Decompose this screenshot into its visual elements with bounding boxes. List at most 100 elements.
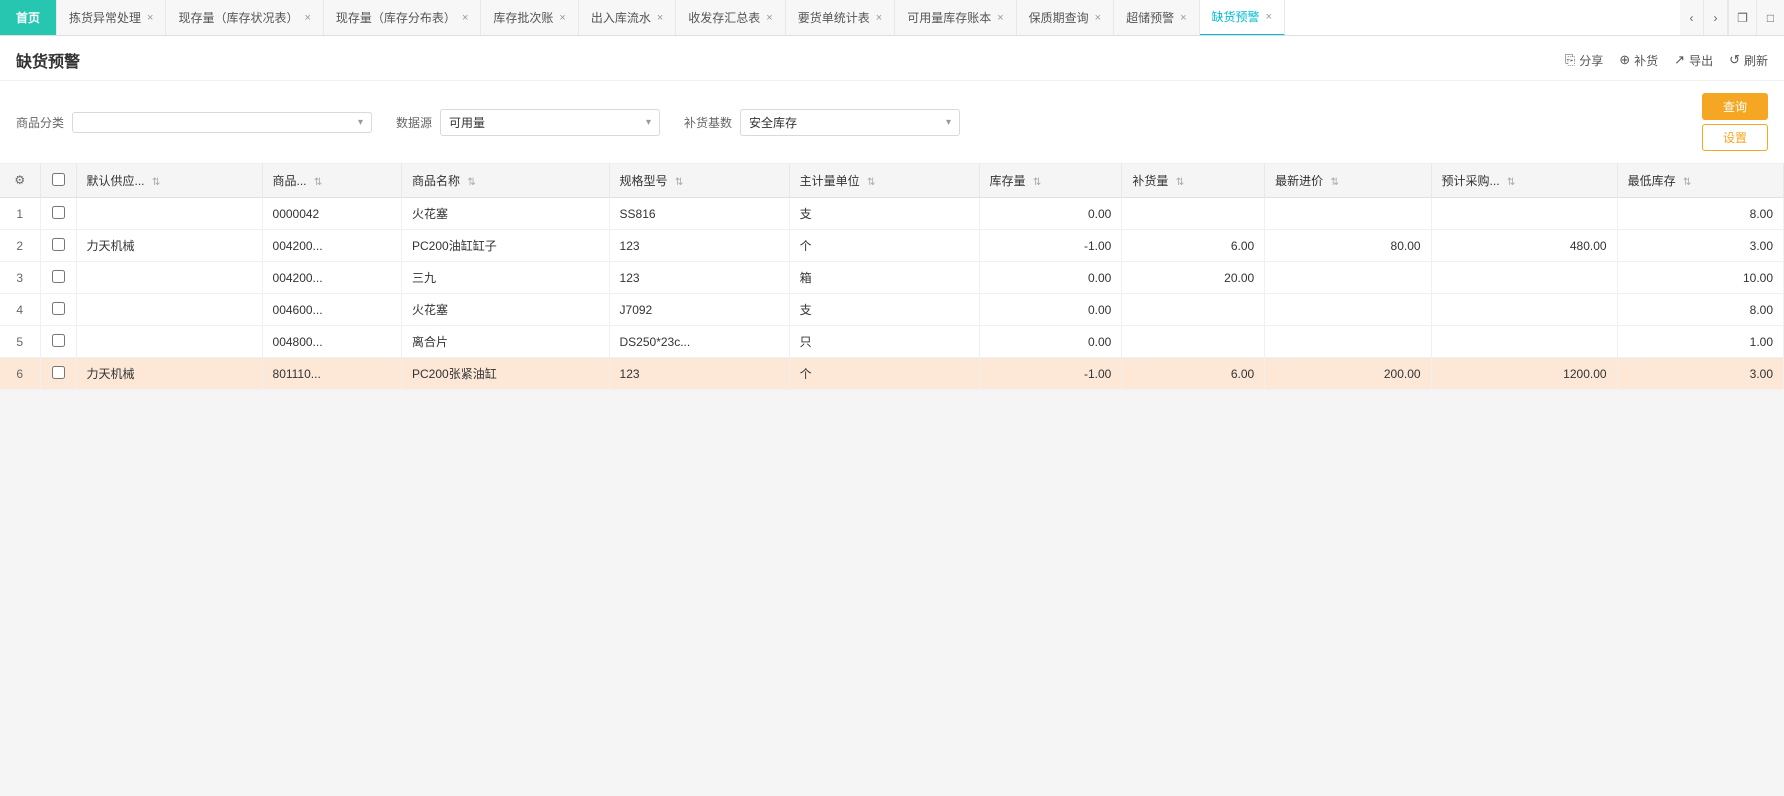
tab-close-available-ledger[interactable]: × <box>997 12 1003 24</box>
datasource-select[interactable]: 可用量 ▾ <box>440 109 660 136</box>
td-min-stock-2: 10.00 <box>1617 262 1783 294</box>
select-all-checkbox[interactable] <box>52 173 65 186</box>
th-replenish-label: 补货量 <box>1132 174 1168 188</box>
th-latest-price: 最新进价 ⇅ <box>1265 164 1431 198</box>
tab-next-btn[interactable]: › <box>1704 0 1728 36</box>
export-action[interactable]: ↗ 导出 <box>1674 52 1713 69</box>
tab-close-batch-account[interactable]: × <box>559 12 565 24</box>
product-code-sort-icon[interactable]: ⇅ <box>314 177 322 188</box>
row-checkbox-4[interactable] <box>52 334 65 347</box>
tab-shortage[interactable]: 缺货预警× <box>1200 0 1285 36</box>
td-check-1 <box>40 230 76 262</box>
tab-order-stats[interactable]: 要货单统计表× <box>786 0 895 36</box>
est-purchase-sort-icon[interactable]: ⇅ <box>1507 177 1515 188</box>
tab-restore-btn[interactable]: ❐ <box>1728 0 1756 36</box>
settings-gear-icon[interactable]: ⚙ <box>12 173 28 189</box>
refresh-action[interactable]: ↺ 刷新 <box>1729 52 1768 69</box>
th-unit-label: 主计量单位 <box>800 174 860 188</box>
table-row: 6 力天机械 801110... PC200张紧油缸 123 个 -1.00 6… <box>0 358 1784 390</box>
td-stock-3: 0.00 <box>979 294 1122 326</box>
share-action[interactable]: ⎘ 分享 <box>1565 52 1603 69</box>
tab-prev-btn[interactable]: ‹ <box>1680 0 1704 36</box>
th-est-purchase-label: 预计采购... <box>1442 174 1500 188</box>
td-stock-2: 0.00 <box>979 262 1122 294</box>
tab-close-exception[interactable]: × <box>147 12 153 24</box>
query-button[interactable]: 查询 <box>1702 93 1768 120</box>
tab-close-inventory-dist[interactable]: × <box>462 12 468 24</box>
min-stock-sort-icon[interactable]: ⇅ <box>1683 177 1691 188</box>
unit-sort-icon[interactable]: ⇅ <box>867 177 875 188</box>
th-stock: 库存量 ⇅ <box>979 164 1122 198</box>
row-checkbox-2[interactable] <box>52 270 65 283</box>
stock-sort-icon[interactable]: ⇅ <box>1033 177 1041 188</box>
datasource-select-arrow: ▾ <box>646 117 651 128</box>
row-checkbox-0[interactable] <box>52 206 65 219</box>
tab-receive-summary[interactable]: 收发存汇总表× <box>676 0 785 36</box>
tab-close-shortage[interactable]: × <box>1266 11 1272 23</box>
td-rownum-3: 4 <box>0 294 40 326</box>
category-select[interactable]: ▾ <box>72 112 372 133</box>
tab-label-inventory-dist: 现存量（库存分布表） <box>336 9 456 26</box>
datasource-label: 数据源 <box>396 114 432 131</box>
replenish-base-select-arrow: ▾ <box>946 117 951 128</box>
row-checkbox-5[interactable] <box>52 366 65 379</box>
tab-inventory-dist[interactable]: 现存量（库存分布表） × <box>324 0 481 36</box>
filter-bar: 商品分类 ▾ 数据源 可用量 ▾ 补货基数 安全库存 ▾ 查询 设置 <box>0 81 1784 164</box>
tab-close-order-stats[interactable]: × <box>876 12 882 24</box>
td-spec-3: J7092 <box>609 294 789 326</box>
th-unit: 主计量单位 ⇅ <box>789 164 979 198</box>
product-name-sort-icon[interactable]: ⇅ <box>467 177 475 188</box>
tab-close-receive-summary[interactable]: × <box>766 12 772 24</box>
tab-label-available-ledger: 可用量库存账本 <box>907 9 991 26</box>
restore-icon: ❐ <box>1737 11 1748 25</box>
td-replenish-1: 6.00 <box>1122 230 1265 262</box>
td-check-5 <box>40 358 76 390</box>
replenish-base-select-value: 安全库存 <box>749 114 797 131</box>
td-latest-price-5: 200.00 <box>1265 358 1431 390</box>
settings-button[interactable]: 设置 <box>1702 124 1768 151</box>
tab-inventory-status[interactable]: 现存量（库存状况表）× <box>166 0 323 36</box>
td-min-stock-4: 1.00 <box>1617 326 1783 358</box>
tab-inout-flow[interactable]: 出入库流水× <box>579 0 676 36</box>
tab-home-label: 首页 <box>16 9 40 26</box>
tab-expiry-query[interactable]: 保质期查询× <box>1017 0 1114 36</box>
filter-actions: 查询 设置 <box>1702 93 1768 151</box>
replenish-action[interactable]: ⊕ 补货 <box>1619 52 1658 69</box>
tab-label-overstock: 超储预警 <box>1126 9 1174 26</box>
tab-exception[interactable]: 拣货异常处理× <box>57 0 166 36</box>
td-rownum-5: 6 <box>0 358 40 390</box>
td-product-name-2: 三九 <box>402 262 610 294</box>
td-check-2 <box>40 262 76 294</box>
row-checkbox-3[interactable] <box>52 302 65 315</box>
replenish-sort-icon[interactable]: ⇅ <box>1176 177 1184 188</box>
table-row: 4 004600... 火花塞 J7092 支 0.00 8.00 <box>0 294 1784 326</box>
td-product-code-1: 004200... <box>262 230 401 262</box>
td-rownum-4: 5 <box>0 326 40 358</box>
td-unit-4: 只 <box>789 326 979 358</box>
tab-available-ledger[interactable]: 可用量库存账本 × <box>895 0 1016 36</box>
td-unit-1: 个 <box>789 230 979 262</box>
tab-overstock[interactable]: 超储预警 × <box>1114 0 1199 36</box>
th-replenish: 补货量 ⇅ <box>1122 164 1265 198</box>
tab-close-inventory-status[interactable]: × <box>304 12 310 24</box>
th-spec-label: 规格型号 <box>620 174 668 188</box>
tab-close-expiry-query[interactable]: × <box>1095 12 1101 24</box>
tab-home[interactable]: 首页 <box>0 0 57 36</box>
td-stock-0: 0.00 <box>979 198 1122 230</box>
td-replenish-4 <box>1122 326 1265 358</box>
tab-maximize-btn[interactable]: □ <box>1756 0 1784 36</box>
tab-close-inout-flow[interactable]: × <box>657 12 663 24</box>
supplier-sort-icon[interactable]: ⇅ <box>152 177 160 188</box>
latest-price-sort-icon[interactable]: ⇅ <box>1331 177 1339 188</box>
tab-close-overstock[interactable]: × <box>1180 12 1186 24</box>
td-spec-0: SS816 <box>609 198 789 230</box>
table-row: 2 力天机械 004200... PC200油缸缸子 123 个 -1.00 6… <box>0 230 1784 262</box>
row-checkbox-1[interactable] <box>52 238 65 251</box>
table-header: ⚙ 默认供应... ⇅ 商品... ⇅ 商品名称 ⇅ <box>0 164 1784 198</box>
replenish-base-select[interactable]: 安全库存 ▾ <box>740 109 960 136</box>
refresh-icon: ↺ <box>1729 52 1740 68</box>
th-product-name: 商品名称 ⇅ <box>402 164 610 198</box>
td-product-code-0: 0000042 <box>262 198 401 230</box>
tab-batch-account[interactable]: 库存批次账× <box>481 0 578 36</box>
spec-sort-icon[interactable]: ⇅ <box>675 177 683 188</box>
